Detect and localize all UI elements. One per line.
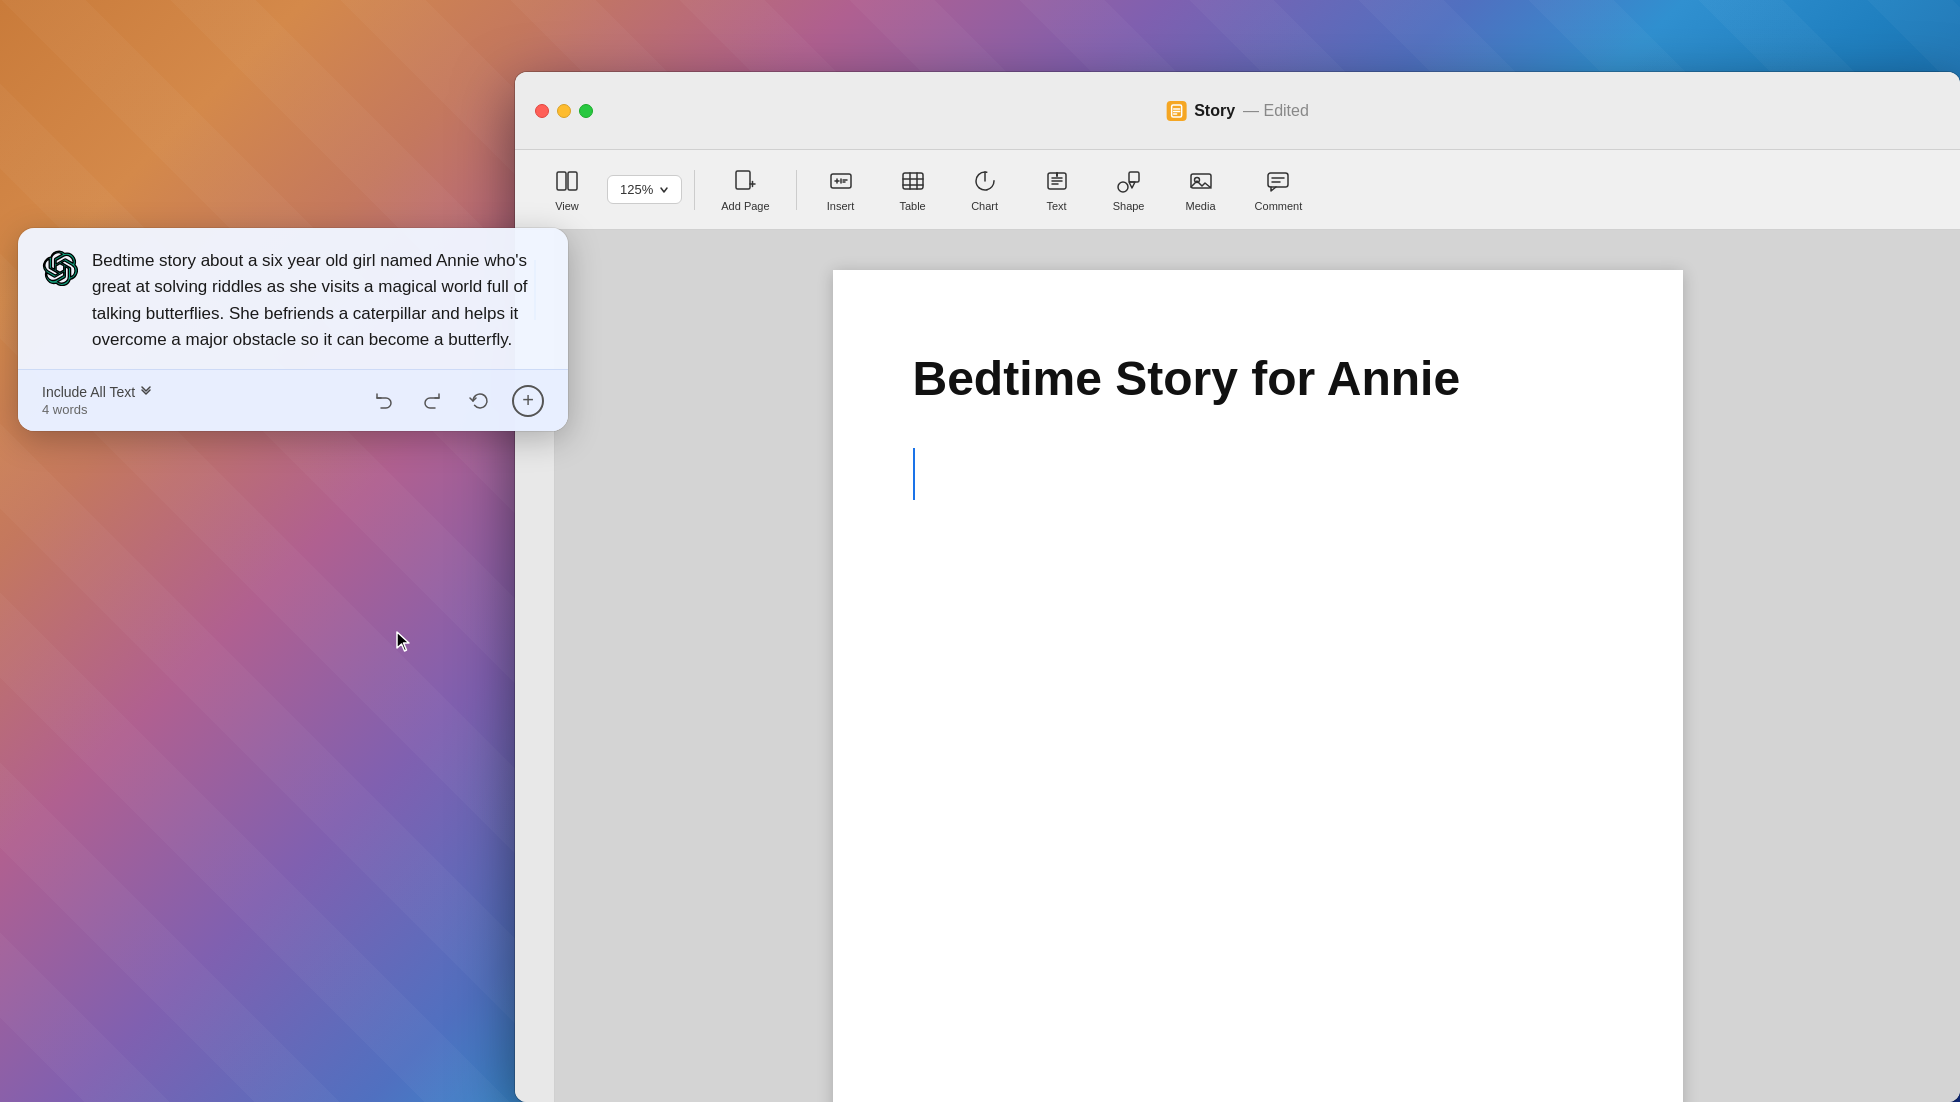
chart-icon xyxy=(971,167,999,195)
ai-panel: Bedtime story about a six year old girl … xyxy=(18,228,568,431)
maximize-button[interactable] xyxy=(579,104,593,118)
document-area[interactable]: Bedtime Story for Annie xyxy=(555,230,1960,1102)
undo-button[interactable] xyxy=(368,385,400,417)
media-label: Media xyxy=(1186,200,1216,212)
ai-panel-body: Bedtime story about a six year old girl … xyxy=(18,228,568,369)
shape-button[interactable]: Shape xyxy=(1097,159,1161,220)
window-edited-label: — Edited xyxy=(1243,102,1309,120)
media-icon xyxy=(1187,167,1215,195)
view-icon xyxy=(553,167,581,195)
insert-icon xyxy=(827,167,855,195)
svg-rect-5 xyxy=(568,172,577,190)
text-cursor xyxy=(913,448,915,500)
redo-button[interactable] xyxy=(416,385,448,417)
shape-label: Shape xyxy=(1113,200,1145,212)
footer-actions: + xyxy=(368,385,544,417)
add-page-button[interactable]: Add Page xyxy=(707,159,783,220)
add-page-label: Add Page xyxy=(721,200,769,212)
svg-marker-31 xyxy=(1129,182,1135,188)
ai-avatar-icon xyxy=(42,250,78,286)
table-icon xyxy=(899,167,927,195)
comment-button[interactable]: Comment xyxy=(1241,159,1317,220)
chart-button[interactable]: Chart xyxy=(953,159,1017,220)
add-button[interactable]: + xyxy=(512,385,544,417)
document-page[interactable]: Bedtime Story for Annie xyxy=(833,270,1683,1102)
ai-panel-footer: Include All Text 4 words xyxy=(18,369,568,431)
include-text-label[interactable]: Include All Text xyxy=(42,384,153,400)
chart-label: Chart xyxy=(971,200,998,212)
ai-message: Bedtime story about a six year old girl … xyxy=(42,248,544,353)
traffic-lights xyxy=(535,104,593,118)
content-area: Bedtime Story for Annie xyxy=(515,230,1960,1102)
toolbar-separator-2 xyxy=(796,170,797,210)
table-button[interactable]: Table xyxy=(881,159,945,220)
refresh-button[interactable] xyxy=(464,385,496,417)
close-button[interactable] xyxy=(535,104,549,118)
text-label: Text xyxy=(1046,200,1066,212)
ai-message-text: Bedtime story about a six year old girl … xyxy=(92,248,544,353)
insert-button[interactable]: Insert xyxy=(809,159,873,220)
add-page-icon xyxy=(731,167,759,195)
text-button[interactable]: Text xyxy=(1025,159,1089,220)
svg-rect-15 xyxy=(903,173,923,189)
document-title[interactable]: Bedtime Story for Annie xyxy=(913,350,1603,408)
comment-label: Comment xyxy=(1255,200,1303,212)
svg-point-30 xyxy=(1118,182,1128,192)
svg-rect-29 xyxy=(1129,172,1139,182)
toolbar-separator-1 xyxy=(694,170,695,210)
pages-window: Story — Edited View 125% xyxy=(515,72,1960,1102)
view-label: View xyxy=(555,200,579,212)
svg-rect-4 xyxy=(557,172,566,190)
window-title: Story xyxy=(1194,102,1235,120)
table-label: Table xyxy=(899,200,925,212)
comment-icon xyxy=(1264,167,1292,195)
toolbar: View 125% Add Page xyxy=(515,150,1960,230)
minimize-button[interactable] xyxy=(557,104,571,118)
svg-rect-6 xyxy=(736,171,750,189)
media-button[interactable]: Media xyxy=(1169,159,1233,220)
app-icon xyxy=(1166,101,1186,121)
word-count: 4 words xyxy=(42,402,153,417)
insert-label: Insert xyxy=(827,200,855,212)
window-title-area: Story — Edited xyxy=(1166,101,1309,121)
svg-rect-34 xyxy=(1268,173,1288,187)
shape-icon xyxy=(1115,167,1143,195)
footer-left: Include All Text 4 words xyxy=(42,384,153,417)
zoom-button[interactable]: 125% xyxy=(607,175,682,204)
zoom-value: 125% xyxy=(620,182,653,197)
view-button[interactable]: View xyxy=(535,159,599,220)
text-icon xyxy=(1043,167,1071,195)
title-bar: Story — Edited xyxy=(515,72,1960,150)
